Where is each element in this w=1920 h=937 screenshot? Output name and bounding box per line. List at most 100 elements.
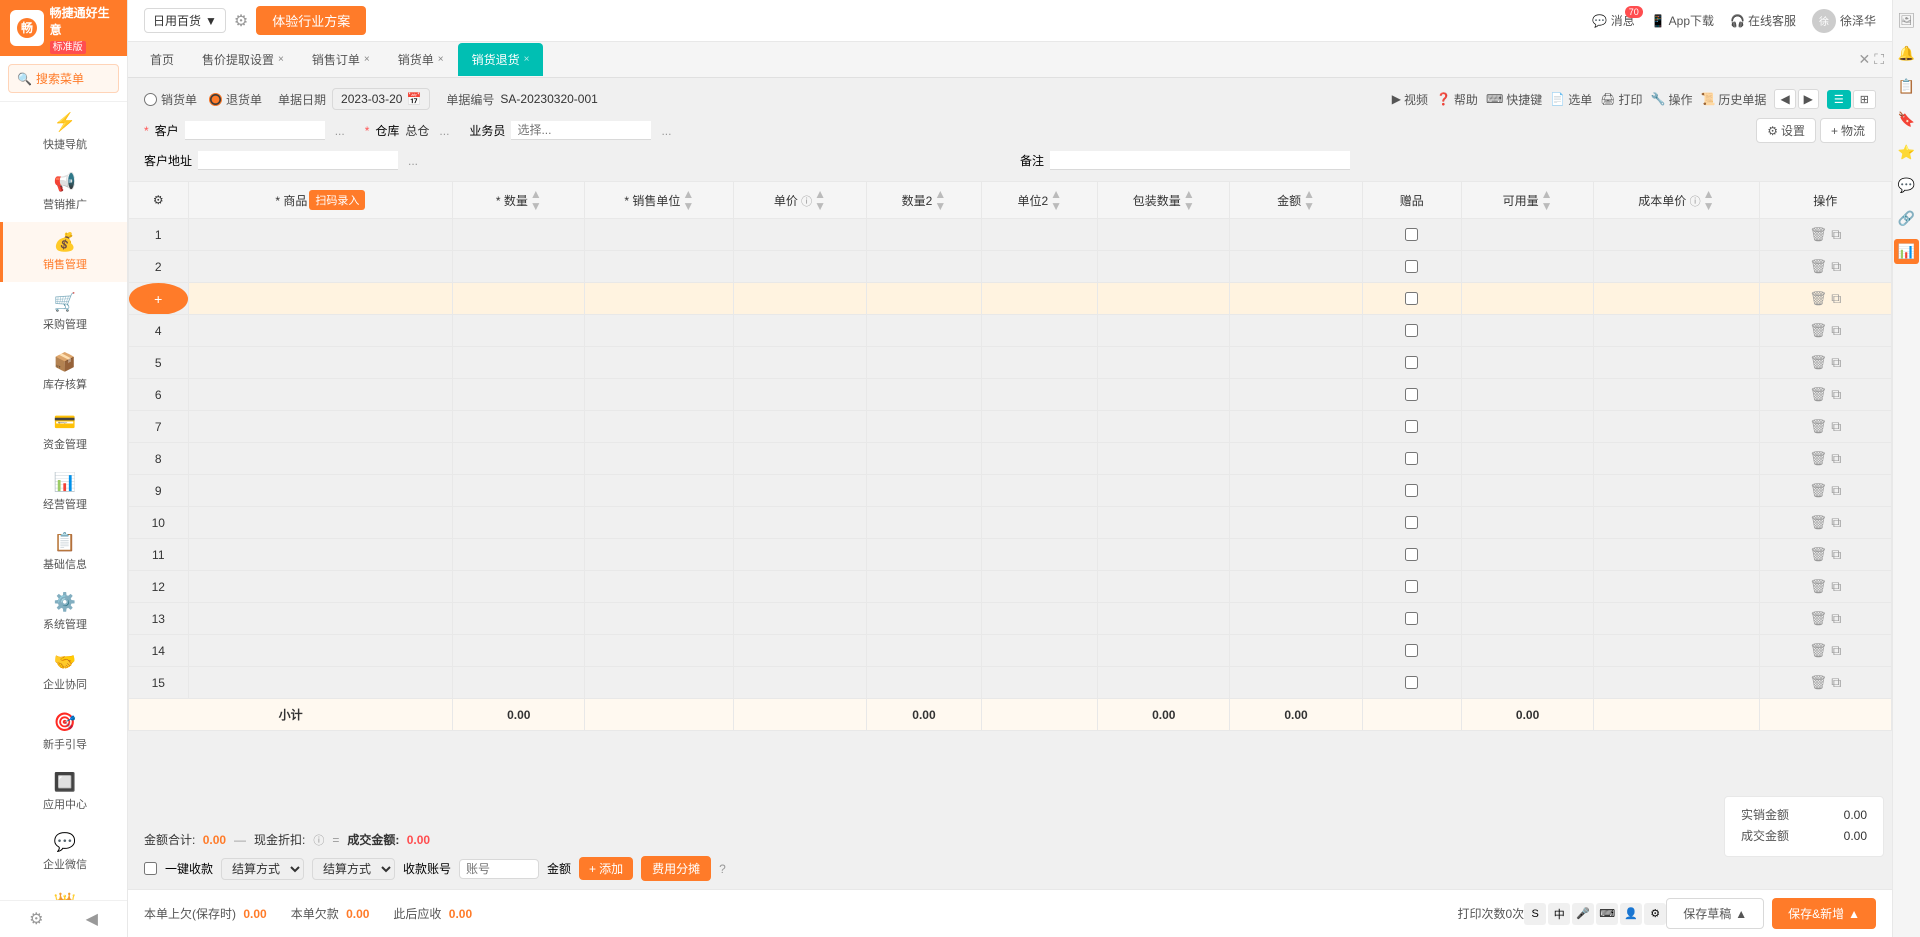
copy-row-9-btn[interactable]: ⧉ xyxy=(1831,482,1841,498)
delete-row-3-btn[interactable]: 🗑 xyxy=(1809,290,1827,306)
sidebar-item-basic[interactable]: 📋 基础信息 xyxy=(0,522,127,582)
sidebar-item-purchase[interactable]: 🛒 采购管理 xyxy=(0,282,127,342)
pack-cell-1[interactable] xyxy=(1098,219,1230,251)
pack-cell-3[interactable] xyxy=(1098,283,1230,315)
tab-close-sales-delivery[interactable]: × xyxy=(438,54,444,65)
amount-cell-3[interactable] xyxy=(1230,283,1362,315)
tab-sales-return[interactable]: 销货退货 × xyxy=(458,43,544,76)
unit2-cell-3[interactable] xyxy=(982,283,1098,315)
product-cell-1[interactable] xyxy=(188,219,453,251)
qty2-cell-2[interactable] xyxy=(866,251,982,283)
copy-row-7-btn[interactable]: ⧉ xyxy=(1831,418,1841,434)
sidebar-item-inventory[interactable]: 📦 库存核算 xyxy=(0,342,127,402)
gift-check-10[interactable] xyxy=(1405,516,1418,529)
ime-zh-icon[interactable]: 中 xyxy=(1548,903,1570,925)
user-menu[interactable]: 徐 徐泽华 xyxy=(1812,9,1876,33)
sidebar-settings-btn[interactable]: ⚙ xyxy=(29,909,43,929)
gift-check-2[interactable] xyxy=(1405,260,1418,273)
copy-row-11-btn[interactable]: ⧉ xyxy=(1831,546,1841,562)
settle-method-select[interactable]: 结算方式 xyxy=(221,858,304,880)
one-click-payment-check[interactable] xyxy=(144,862,157,875)
gift-check-14[interactable] xyxy=(1405,644,1418,657)
qty-cell-2[interactable] xyxy=(453,251,585,283)
sidebar-item-quick-nav[interactable]: ⚡ 快捷导航 xyxy=(0,102,127,162)
delete-row-12-btn[interactable]: 🗑 xyxy=(1809,578,1827,594)
gift-check-15[interactable] xyxy=(1405,676,1418,689)
delete-row-4-btn[interactable]: 🗑 xyxy=(1809,322,1827,338)
copy-row-3-btn[interactable]: ⧉ xyxy=(1831,290,1841,306)
copy-row-15-btn[interactable]: ⧉ xyxy=(1831,674,1841,690)
sidebar-item-member[interactable]: 👑 畅会员 xyxy=(0,882,127,900)
help-btn[interactable]: ❓ 帮助 xyxy=(1436,91,1478,108)
product-cell-3[interactable] xyxy=(188,283,453,315)
calc-method-select[interactable]: 结算方式 xyxy=(312,858,395,880)
pack-cell-2[interactable] xyxy=(1098,251,1230,283)
quantity-sort[interactable]: ▲▼ xyxy=(530,188,542,212)
tab-close-sales-order[interactable]: × xyxy=(364,54,370,65)
amount-cell-1[interactable] xyxy=(1230,219,1362,251)
copy-row-1-btn[interactable]: ⧉ xyxy=(1831,226,1841,242)
online-service-btn[interactable]: 🎧 在线客服 xyxy=(1730,12,1796,29)
qty2-cell-1[interactable] xyxy=(866,219,982,251)
tab-close-sales-return[interactable]: × xyxy=(524,54,530,65)
amount-sort[interactable]: ▲▼ xyxy=(1303,188,1315,212)
qty2-sort[interactable]: ▲▼ xyxy=(934,188,946,212)
gift-check-12[interactable] xyxy=(1405,580,1418,593)
product-cell-2[interactable] xyxy=(188,251,453,283)
right-panel-img-icon[interactable]: 🖼 xyxy=(1894,8,1920,33)
sidebar-item-finance[interactable]: 💳 资金管理 xyxy=(0,402,127,462)
topbar-gear-icon[interactable]: ⚙ xyxy=(234,11,248,31)
gift-check-13[interactable] xyxy=(1405,612,1418,625)
gift-check-6[interactable] xyxy=(1405,388,1418,401)
customer-select-btn[interactable]: ... xyxy=(335,124,345,138)
tab-expand-btn[interactable]: ⛶ xyxy=(1874,51,1884,68)
tab-sales-delivery[interactable]: 销货单 × xyxy=(384,43,458,76)
copy-row-10-btn[interactable]: ⧉ xyxy=(1831,514,1841,530)
tab-home[interactable]: 首页 xyxy=(136,43,188,76)
prev-record-btn[interactable]: ◀ xyxy=(1774,89,1795,109)
gift-check-3[interactable] xyxy=(1405,292,1418,305)
delete-row-2-btn[interactable]: 🗑 xyxy=(1809,258,1827,274)
sidebar-item-guide[interactable]: 🎯 新手引导 xyxy=(0,702,127,762)
app-download-btn[interactable]: 📱 App下载 xyxy=(1651,12,1714,29)
copy-row-8-btn[interactable]: ⧉ xyxy=(1831,450,1841,466)
settings-side-btn[interactable]: ⚙ 设置 xyxy=(1756,118,1816,143)
right-panel-active-icon[interactable]: 📊 xyxy=(1894,239,1919,264)
delete-row-8-btn[interactable]: 🗑 xyxy=(1809,450,1827,466)
copy-row-12-btn[interactable]: ⧉ xyxy=(1831,578,1841,594)
sidebar-item-marketing[interactable]: 📢 营销推广 xyxy=(0,162,127,222)
grid-view-btn[interactable]: ⊞ xyxy=(1853,90,1876,109)
save-new-btn[interactable]: 保存&新增 ▲ xyxy=(1772,898,1876,929)
date-input[interactable]: 2023-03-20 📅 xyxy=(332,88,430,110)
price-sort[interactable]: ▲▼ xyxy=(814,188,826,212)
qty2-cell-3[interactable] xyxy=(866,283,982,315)
expense-split-btn[interactable]: 费用分摊 xyxy=(641,856,711,881)
copy-row-4-btn[interactable]: ⧉ xyxy=(1831,322,1841,338)
sidebar-item-operations[interactable]: 📊 经营管理 xyxy=(0,462,127,522)
copy-row-6-btn[interactable]: ⧉ xyxy=(1831,386,1841,402)
right-panel-star-icon[interactable]: ⭐ xyxy=(1894,140,1919,165)
delete-row-5-btn[interactable]: 🗑 xyxy=(1809,354,1827,370)
unit2-sort[interactable]: ▲▼ xyxy=(1050,188,1062,212)
price-cell-2[interactable] xyxy=(734,251,866,283)
tab-close-price-settings[interactable]: × xyxy=(278,54,284,65)
ime-keyboard-icon[interactable]: ⌨ xyxy=(1596,903,1618,925)
message-btn[interactable]: 💬 70 消息 xyxy=(1592,12,1634,29)
search-menu-btn[interactable]: 🔍 搜索菜单 xyxy=(8,64,119,93)
ime-s-icon[interactable]: S xyxy=(1524,903,1546,925)
copy-row-2-btn[interactable]: ⧉ xyxy=(1831,258,1841,274)
tab-sales-order[interactable]: 销售订单 × xyxy=(298,43,384,76)
sidebar-collapse-btn[interactable]: ◀ xyxy=(86,909,98,929)
note-input[interactable] xyxy=(1050,151,1350,170)
gift-check-7[interactable] xyxy=(1405,420,1418,433)
delete-row-10-btn[interactable]: 🗑 xyxy=(1809,514,1827,530)
tab-close-all-btn[interactable]: ✕ xyxy=(1858,51,1870,68)
experience-btn[interactable]: 体验行业方案 xyxy=(256,6,366,35)
copy-row-13-btn[interactable]: ⧉ xyxy=(1831,610,1841,626)
sidebar-item-system[interactable]: ⚙️ 系统管理 xyxy=(0,582,127,642)
radio-return-label[interactable]: 退货单 xyxy=(209,91,262,108)
unit2-cell-1[interactable] xyxy=(982,219,1098,251)
sidebar-item-enterprise[interactable]: 🤝 企业协同 xyxy=(0,642,127,702)
footer-help-icon[interactable]: ? xyxy=(719,862,726,876)
tab-price-settings[interactable]: 售价提取设置 × xyxy=(188,43,298,76)
